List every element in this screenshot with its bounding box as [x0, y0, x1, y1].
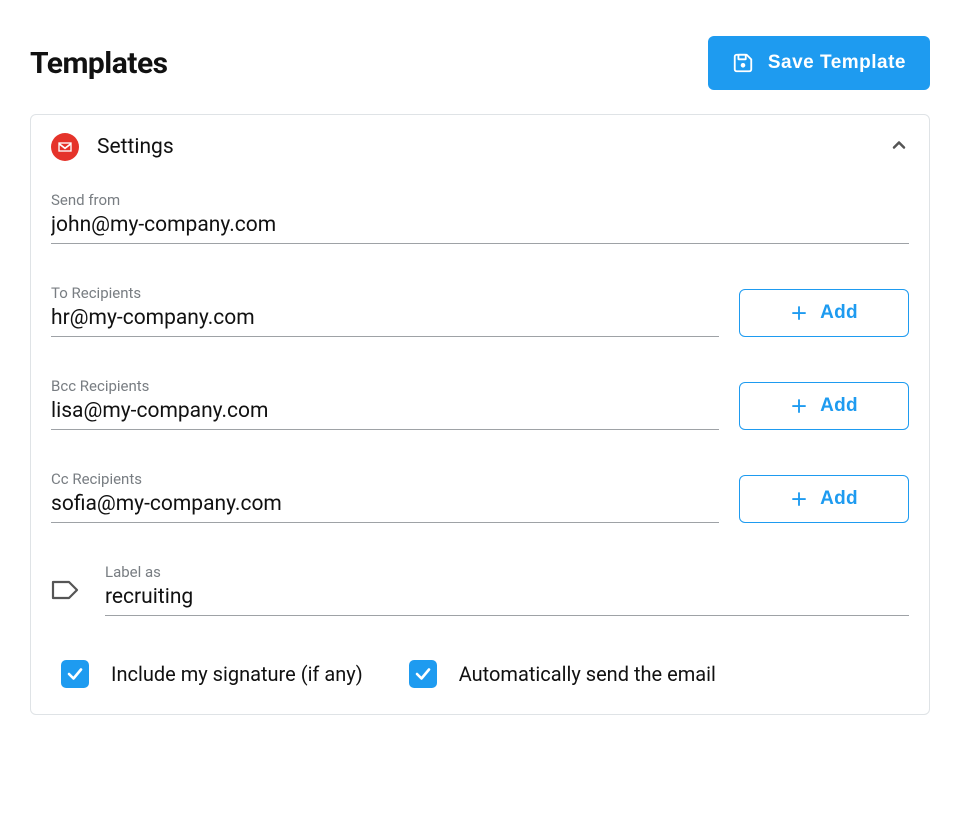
label-as-input[interactable]	[105, 583, 909, 616]
auto-send-checkbox[interactable]: Automatically send the email	[409, 660, 716, 688]
save-icon	[732, 52, 754, 74]
add-button-label: Add	[820, 302, 858, 324]
page-title: Templates	[30, 46, 168, 81]
checkbox-checked-icon	[409, 660, 437, 688]
save-button-label: Save Template	[768, 52, 906, 74]
add-bcc-recipient-button[interactable]: Add	[739, 382, 909, 430]
send-from-input[interactable]	[51, 211, 909, 244]
add-button-label: Add	[820, 488, 858, 510]
send-from-label: Send from	[51, 191, 909, 209]
to-label: To Recipients	[51, 284, 719, 302]
label-as-label: Label as	[105, 563, 909, 581]
cc-label: Cc Recipients	[51, 470, 719, 488]
bcc-label: Bcc Recipients	[51, 377, 719, 395]
add-button-label: Add	[820, 395, 858, 417]
checkbox-row: Include my signature (if any) Automatica…	[51, 660, 909, 688]
add-to-recipient-button[interactable]: Add	[739, 289, 909, 337]
card-header[interactable]: Settings	[51, 133, 909, 161]
checkbox-checked-icon	[61, 660, 89, 688]
add-cc-recipient-button[interactable]: Add	[739, 475, 909, 523]
label-as-row: Label as	[51, 563, 909, 616]
auto-send-label: Automatically send the email	[459, 662, 716, 686]
cc-input[interactable]	[51, 490, 719, 523]
plus-icon	[790, 397, 808, 415]
to-recipients-row: To Recipients Add	[51, 284, 909, 337]
plus-icon	[790, 304, 808, 322]
to-input[interactable]	[51, 304, 719, 337]
send-from-field: Send from	[51, 191, 909, 244]
include-signature-checkbox[interactable]: Include my signature (if any)	[61, 660, 363, 688]
settings-card: Settings Send from To Recipients Add Bcc…	[30, 114, 930, 715]
label-icon	[51, 578, 81, 602]
plus-icon	[790, 490, 808, 508]
header-row: Templates Save Template	[30, 36, 930, 90]
bcc-recipients-row: Bcc Recipients Add	[51, 377, 909, 430]
gmail-logo-icon	[51, 133, 79, 161]
bcc-input[interactable]	[51, 397, 719, 430]
card-title: Settings	[97, 135, 871, 159]
chevron-up-icon[interactable]	[889, 135, 909, 159]
include-signature-label: Include my signature (if any)	[111, 662, 363, 686]
save-template-button[interactable]: Save Template	[708, 36, 930, 90]
cc-recipients-row: Cc Recipients Add	[51, 470, 909, 523]
